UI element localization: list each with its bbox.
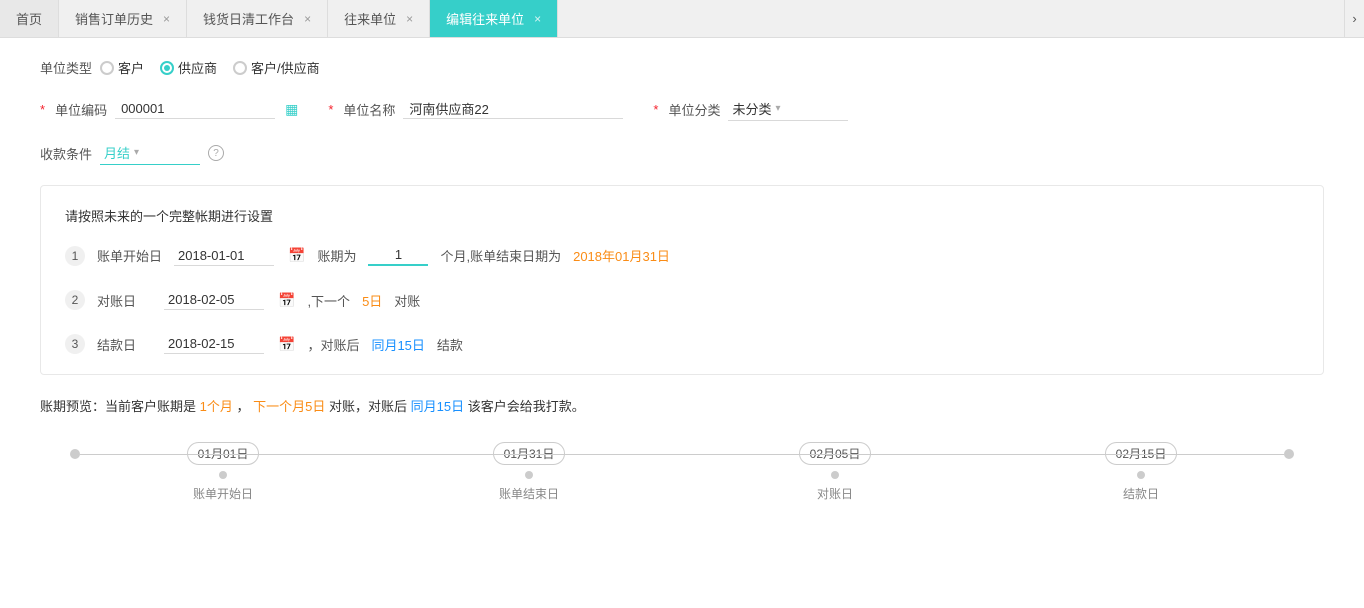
tab-sales-history[interactable]: 销售订单历史 × [59,0,187,37]
radio-customer[interactable]: 客户 [100,58,144,77]
period-num-3: 3 [65,334,85,354]
timeline-dot-2 [525,471,533,479]
unit-name-input[interactable] [403,99,623,119]
tab-close-cash-work[interactable]: × [304,12,311,26]
unit-type-label: 单位类型 [40,58,92,77]
code-name-category-row: * 单位编码 ▦ * 单位名称 * 单位分类 未分类 ▾ [40,97,1324,121]
unit-code-label: 单位编码 [55,100,107,119]
timeline-dot-3 [831,471,839,479]
payment-terms-label: 收款条件 [40,144,92,163]
radio-supplier[interactable]: 供应商 [160,58,217,77]
period-num-1: 1 [65,246,85,266]
period-prefix-2: ,下一个 [307,291,350,310]
preview-part1: 1个月 [200,399,233,414]
preview-part2: 下一个月5日 [253,399,325,414]
preview-end: 该客户会给我打款。 [468,399,585,414]
preview-text: 账期预览：当前客户账期是 1个月 ， 下一个月5日 对账，对账后 同月15日 该… [40,395,1324,418]
period-months-unit-1: 个月,账单结束日期为 [440,246,561,265]
unit-type-group: 单位类型 客户 供应商 客户/供应商 [40,58,320,77]
timeline-label-2: 账单结束日 [499,485,559,502]
period-suffix-2: 对账 [394,291,420,310]
timeline-point-4: 02月15日 结款日 [1105,442,1178,502]
period-field-1: 账单开始日 [97,246,162,265]
period-prefix-3: ，对账后 [307,335,359,354]
unit-category-value: 未分类 [732,99,771,118]
period-field-2: 对账日 [97,291,152,310]
unit-type-row: 单位类型 客户 供应商 客户/供应商 [40,58,1324,77]
period-num-2: 2 [65,290,85,310]
period-field-3: 结款日 [97,335,152,354]
tab-bar: 首页 销售订单历史 × 钱货日清工作台 × 往来单位 × 编辑往来单位 × › [0,0,1364,38]
timeline-dot-1 [219,471,227,479]
period-row-1: 1 账单开始日 📅 账期为 个月,账单结束日期为 2018年01月31日 [65,245,1299,266]
timeline-label-1: 账单开始日 [193,485,253,502]
timeline-dot-4 [1137,471,1145,479]
timeline-container: 01月01日 账单开始日 01月31日 账单结束日 02月05日 对账日 02月… [40,442,1324,502]
unit-name-group: * 单位名称 [328,99,623,119]
unit-name-label: 单位名称 [343,100,395,119]
tab-close-sales-history[interactable]: × [163,12,170,26]
period-suffix-1: 账期为 [317,246,356,265]
period-calendar-2[interactable]: 📅 [278,292,295,309]
tab-home[interactable]: 首页 [0,0,59,37]
payment-terms-arrow: ▾ [134,147,139,158]
period-row-2: 2 对账日 📅 ,下一个 5日 对账 [65,290,1299,310]
radio-circle-supplier [160,61,174,75]
preview-label: 账期预览：当前客户账期是 [40,399,196,414]
radio-both[interactable]: 客户/供应商 [233,58,320,77]
period-row-3: 3 结款日 📅 ，对账后 同月15日 结款 [65,334,1299,354]
period-title: 请按照未来的一个完整帐期进行设置 [65,206,1299,225]
tab-edit-partner[interactable]: 编辑往来单位 × [430,0,558,37]
preview-mid: 对账，对账后 [329,399,407,414]
unit-code-group: * 单位编码 ▦ [40,99,298,119]
timeline-label-3: 对账日 [817,485,853,502]
tab-close-edit-partner[interactable]: × [534,12,541,26]
main-content: 单位类型 客户 供应商 客户/供应商 * 单位编码 [0,38,1364,608]
period-highlight-2: 5日 [362,291,382,310]
radio-circle-customer [100,61,114,75]
unit-category-group: * 单位分类 未分类 ▾ [653,97,848,121]
period-highlight-3: 同月15日 [371,335,424,354]
unit-code-input[interactable] [115,99,275,119]
period-months-input[interactable] [368,245,428,266]
preview-sep1: ， [237,399,250,414]
chevron-right-icon: › [1352,11,1356,26]
tab-close-partner[interactable]: × [406,12,413,26]
radio-circle-both [233,61,247,75]
tab-expand-button[interactable]: › [1344,0,1364,37]
tab-cash-work[interactable]: 钱货日清工作台 × [187,0,328,37]
tab-partner[interactable]: 往来单位 × [328,0,430,37]
period-settings-box: 请按照未来的一个完整帐期进行设置 1 账单开始日 📅 账期为 个月,账单结束日期… [40,185,1324,375]
period-calendar-1[interactable]: 📅 [288,247,305,264]
preview-part3: 同月15日 [411,399,464,414]
payment-terms-value: 月结 [104,143,130,162]
timeline-point-3: 02月05日 对账日 [799,442,872,502]
unit-category-label: 单位分类 [668,100,720,119]
period-date-2[interactable] [164,290,264,310]
period-suffix-3: 结款 [437,335,463,354]
timeline-points: 01月01日 账单开始日 01月31日 账单结束日 02月05日 对账日 02月… [70,442,1294,502]
payment-terms-select[interactable]: 月结 ▾ [100,141,200,165]
unit-category-arrow: ▾ [775,103,780,114]
payment-terms-row: 收款条件 月结 ▾ ? [40,141,1324,165]
timeline-point-2: 01月31日 账单结束日 [493,442,566,502]
period-date-3[interactable] [164,334,264,354]
period-end-date-1: 2018年01月31日 [573,246,670,265]
radio-group-unit-type: 客户 供应商 客户/供应商 [100,58,320,77]
timeline-point-1: 01月01日 账单开始日 [187,442,260,502]
period-date-1[interactable] [174,246,274,266]
timeline-line [80,454,1284,455]
payment-terms-help-icon[interactable]: ? [208,145,224,161]
payment-terms-group: 收款条件 月结 ▾ ? [40,141,224,165]
unit-code-icon[interactable]: ▦ [285,101,298,118]
timeline-label-4: 结款日 [1123,485,1159,502]
unit-category-select[interactable]: 未分类 ▾ [728,97,848,121]
period-calendar-3[interactable]: 📅 [278,336,295,353]
